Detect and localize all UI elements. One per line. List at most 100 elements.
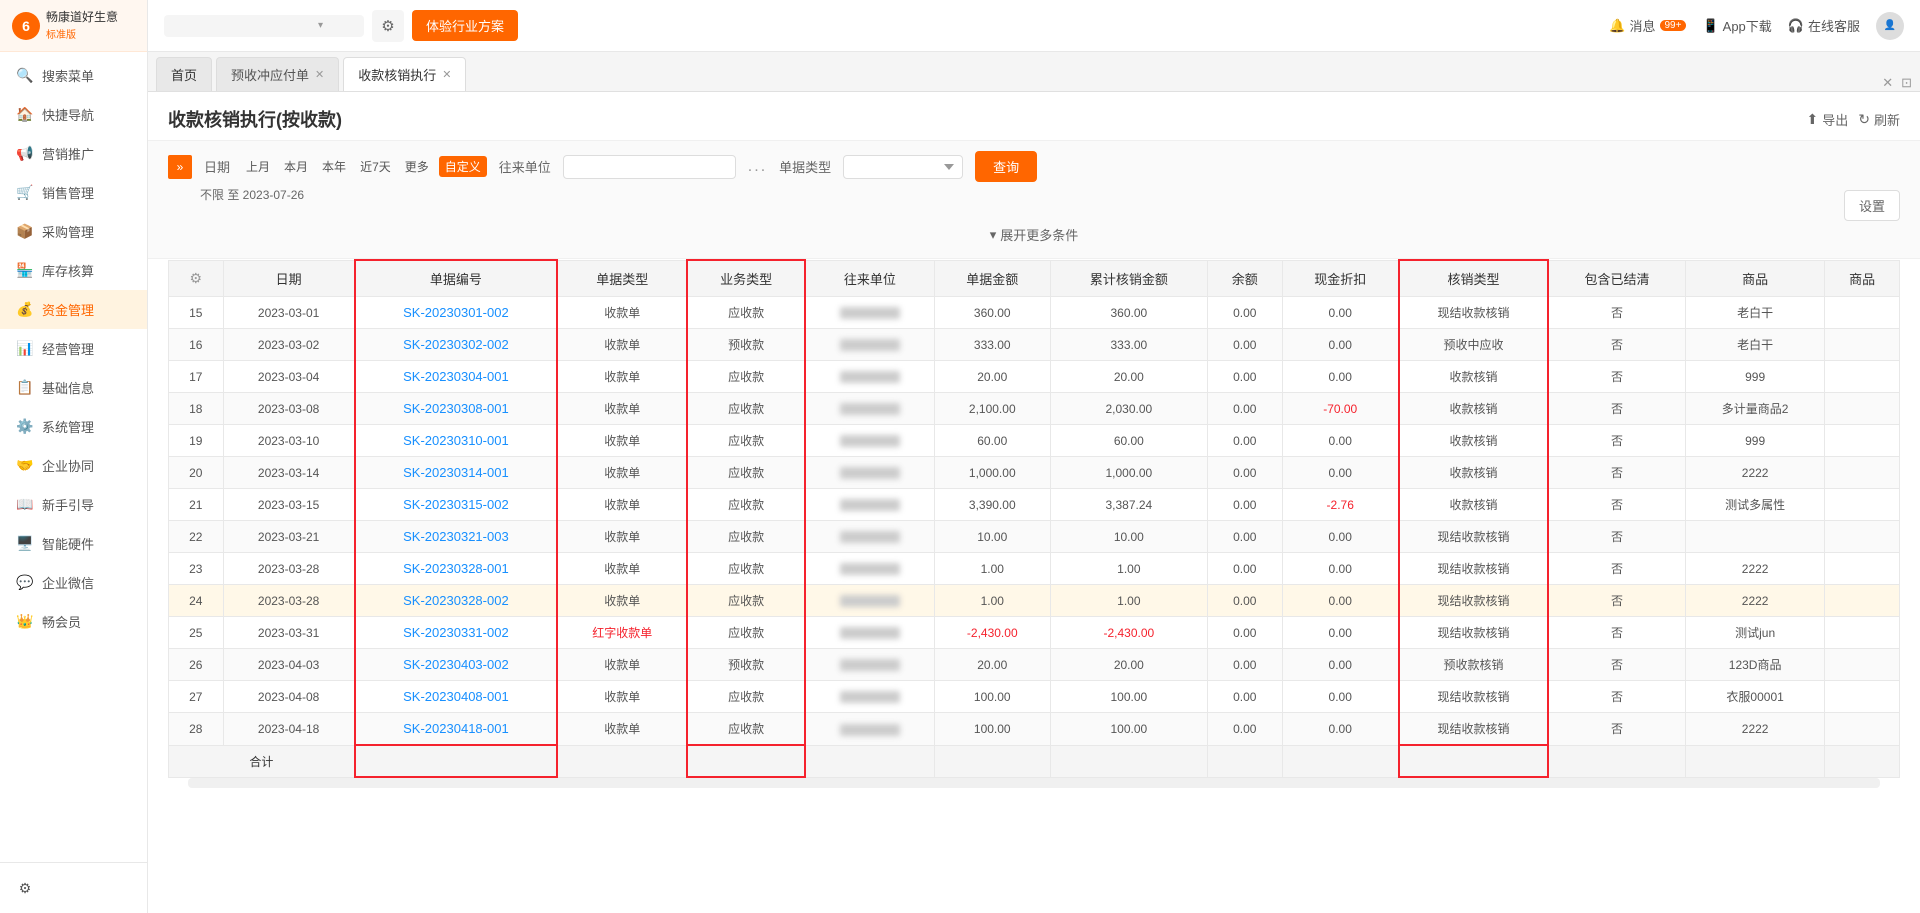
footer-goods2 [1825,745,1900,777]
search-input[interactable] [174,19,314,33]
doc-no-link[interactable]: SK-20230403-002 [403,657,509,672]
app-download-button[interactable]: 📱 App下载 [1702,16,1771,35]
sidebar-label-hardware: 智能硬件 [42,534,94,553]
doc-no-link[interactable]: SK-20230310-001 [403,433,509,448]
sidebar-item-operations[interactable]: 📊 经营管理 [0,329,147,368]
sidebar-item-search[interactable]: 🔍 搜索菜单 [0,56,147,95]
cell-goods1: 测试多属性 [1686,489,1825,521]
date-more[interactable]: 更多 [401,156,433,177]
tab-prepay[interactable]: 预收冲应付单 ✕ [216,57,339,91]
sidebar-item-settings[interactable]: ⚙ [0,871,147,905]
cell-included: 否 [1548,457,1685,489]
doc-no-link[interactable]: SK-20230301-002 [403,305,509,320]
doc-type-select[interactable] [843,155,963,179]
query-button[interactable]: 查询 [975,151,1037,182]
footer-doc-type [557,745,687,777]
doc-no-link[interactable]: SK-20230331-002 [403,625,509,640]
cell-no: 16 [169,329,224,361]
tab-verify-close-icon[interactable]: ✕ [442,68,451,81]
date-custom[interactable]: 自定义 [439,156,487,177]
cell-doc-no: SK-20230403-002 [355,649,558,681]
doc-no-link[interactable]: SK-20230314-001 [403,465,509,480]
settings-button[interactable]: 设置 [1844,190,1900,221]
page-content: 收款核销执行(按收款) ⬆ 导出 ↻ 刷新 » 日期 上月 本月 [148,92,1920,913]
sidebar-item-sales[interactable]: 🛒 销售管理 [0,173,147,212]
doc-no-link[interactable]: SK-20230328-001 [403,561,509,576]
chevron-down-icon: ▾ [990,227,997,243]
doc-no-link[interactable]: SK-20230328-002 [403,593,509,608]
scrollbar[interactable] [188,778,1880,788]
cell-biz-type: 应收款 [687,425,805,457]
doc-no-link[interactable]: SK-20230315-002 [403,497,509,512]
cell-balance: 0.00 [1207,713,1282,746]
cell-discount: 0.00 [1282,617,1399,649]
restore-icon[interactable]: ⊡ [1901,75,1912,91]
sidebar-item-member[interactable]: 👑 畅会员 [0,602,147,641]
doc-no-link[interactable]: SK-20230321-003 [403,529,509,544]
online-support-button[interactable]: 🎧 在线客服 [1788,16,1860,35]
date-this-year[interactable]: 本年 [318,156,350,177]
cell-doc-type: 收款单 [557,553,687,585]
cell-doc-no: SK-20230321-003 [355,521,558,553]
doc-no-link[interactable]: SK-20230304-001 [403,369,509,384]
hardware-icon: 🖥️ [16,535,34,553]
cell-doc-no: SK-20230314-001 [355,457,558,489]
headset-icon: 🎧 [1788,18,1804,34]
doc-no-link[interactable]: SK-20230408-001 [403,689,509,704]
footer-verify-type [1399,745,1548,777]
sidebar-item-wechat[interactable]: 💬 企业微信 [0,563,147,602]
search-wrap[interactable]: ▾ [164,15,364,37]
sidebar-item-system[interactable]: ⚙️ 系统管理 [0,407,147,446]
cell-balance: 0.00 [1207,553,1282,585]
filter-expand-button[interactable]: » [168,155,192,179]
sidebar-item-marketing[interactable]: 📢 营销推广 [0,134,147,173]
date-last-month[interactable]: 上月 [242,156,274,177]
date-7days[interactable]: 近7天 [356,156,395,177]
sidebar-item-purchase[interactable]: 📦 采购管理 [0,212,147,251]
cell-discount: 0.00 [1282,553,1399,585]
doc-no-link[interactable]: SK-20230418-001 [403,721,509,736]
cell-no: 19 [169,425,224,457]
tab-prepay-close-icon[interactable]: ✕ [315,68,324,81]
close-window-icon[interactable]: ✕ [1882,75,1893,91]
cell-doc-no: SK-20230308-001 [355,393,558,425]
cell-doc-type: 收款单 [557,649,687,681]
sidebar-item-inventory[interactable]: 🏪 库存核算 [0,251,147,290]
doc-no-link[interactable]: SK-20230302-002 [403,337,509,352]
cell-doc-no: SK-20230304-001 [355,361,558,393]
sidebar-item-basic[interactable]: 📋 基础信息 [0,368,147,407]
refresh-button[interactable]: ↻ 刷新 [1858,110,1900,129]
sidebar-item-finance[interactable]: 💰 资金管理 [0,290,147,329]
cell-included: 否 [1548,425,1685,457]
sidebar-item-guide[interactable]: 📖 新手引导 [0,485,147,524]
sidebar-item-shortcuts[interactable]: 🏠 快捷导航 [0,95,147,134]
guide-icon: 📖 [16,496,34,514]
gear-button[interactable]: ⚙ [372,10,404,42]
partner-input[interactable] [563,155,736,179]
expand-more-button[interactable]: ▾ 展开更多条件 [990,225,1079,244]
cell-balance: 0.00 [1207,649,1282,681]
sidebar-item-hardware[interactable]: 🖥️ 智能硬件 [0,524,147,563]
cell-amount: -2,430.00 [934,617,1050,649]
cell-partner [805,489,934,521]
col-gear[interactable]: ⚙ [169,260,224,297]
industry-button[interactable]: 体验行业方案 [412,10,518,41]
export-button[interactable]: ⬆ 导出 [1807,110,1849,129]
sidebar-item-collab[interactable]: 🤝 企业协同 [0,446,147,485]
cell-amount: 10.00 [934,521,1050,553]
cell-included: 否 [1548,617,1685,649]
user-avatar[interactable]: 👤 [1876,12,1904,40]
cell-biz-type: 应收款 [687,521,805,553]
footer-partner [805,745,934,777]
tab-prepay-label: 预收冲应付单 [231,65,309,84]
cell-balance: 0.00 [1207,425,1282,457]
cell-date: 2023-03-21 [223,521,355,553]
tab-verify[interactable]: 收款核销执行 ✕ [343,57,466,91]
doc-no-link[interactable]: SK-20230308-001 [403,401,509,416]
tab-verify-label: 收款核销执行 [358,65,436,84]
tab-home[interactable]: 首页 [156,57,212,91]
notification-button[interactable]: 🔔 消息 99+ [1609,16,1686,35]
cell-biz-type: 应收款 [687,393,805,425]
date-this-month[interactable]: 本月 [280,156,312,177]
table-row: 27 2023-04-08 SK-20230408-001 收款单 应收款 10… [169,681,1900,713]
